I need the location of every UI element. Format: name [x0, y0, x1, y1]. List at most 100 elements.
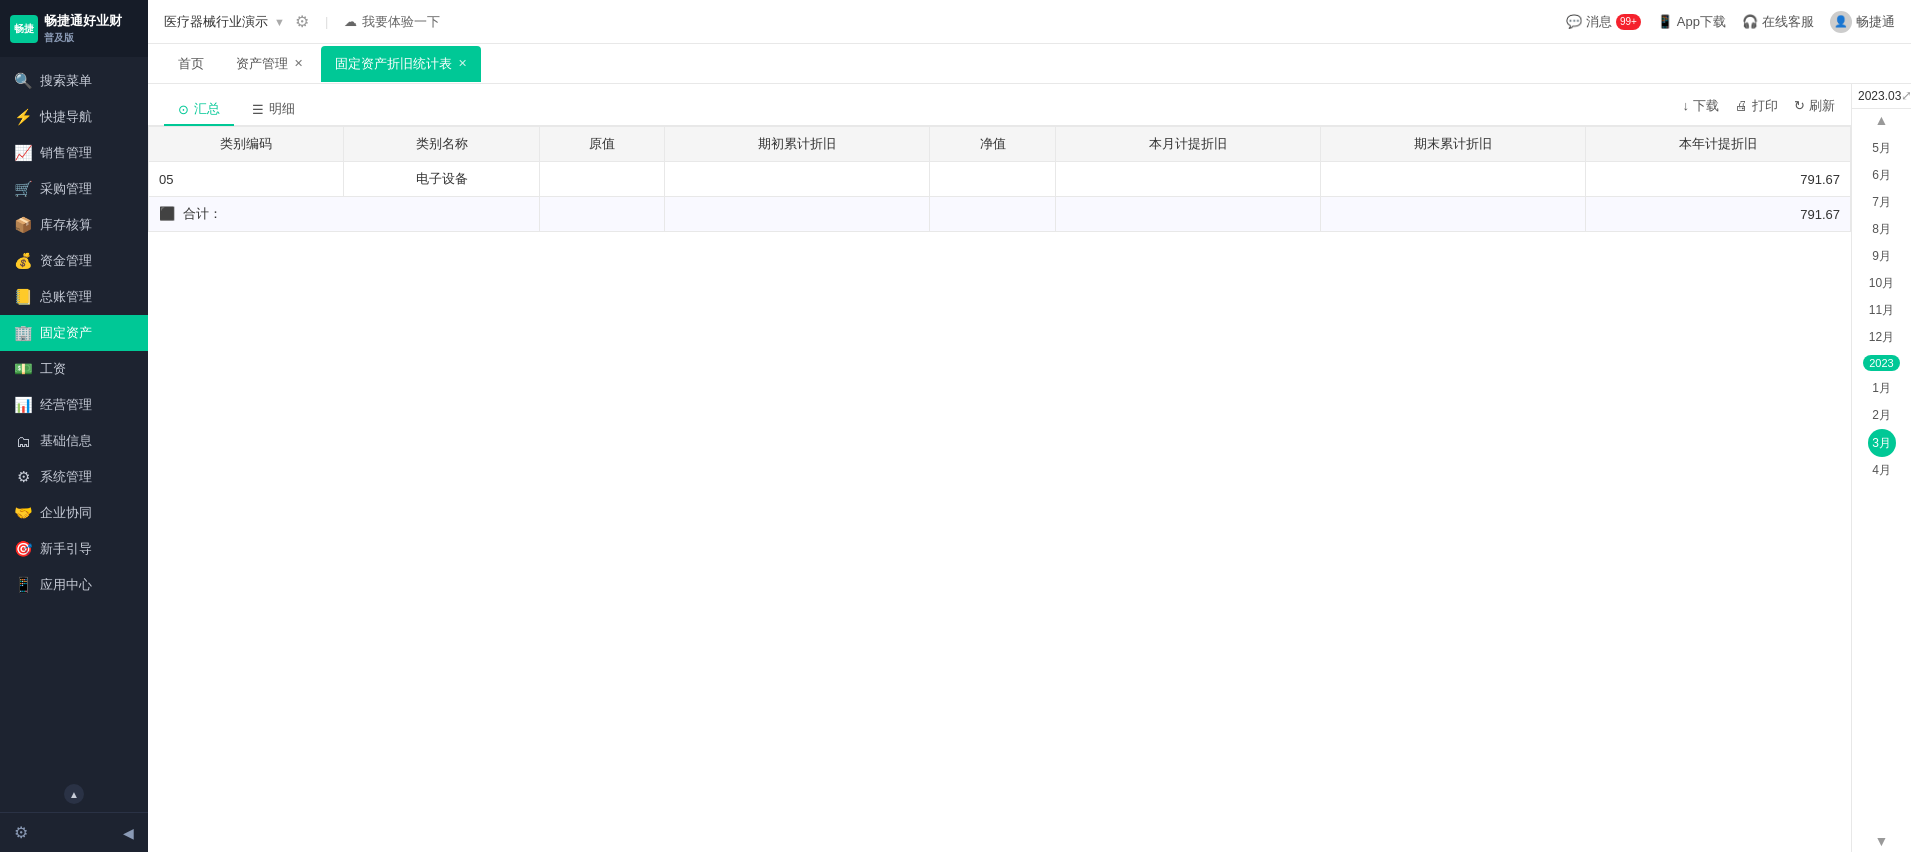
- operations-icon: 📊: [14, 396, 32, 414]
- company-name: 医疗器械行业演示: [164, 13, 268, 31]
- sub-tabs: ⊙ 汇总 ☰ 明细 ↓ 下载 🖨 打印: [148, 84, 1851, 126]
- sidebar-item-purchase[interactable]: 🛒 采购管理: [0, 171, 148, 207]
- month-item-10[interactable]: 10月: [1852, 270, 1911, 297]
- sales-icon: 📈: [14, 144, 32, 162]
- print-btn[interactable]: 🖨 打印: [1735, 97, 1778, 115]
- sidebar-item-system[interactable]: ⚙ 系统管理: [0, 459, 148, 495]
- row-code: 05: [149, 162, 344, 197]
- experience-btn[interactable]: ☁ 我要体验一下: [344, 13, 440, 31]
- sidebar-item-quicknav[interactable]: ⚡ 快捷导航: [0, 99, 148, 135]
- date-scroll-down[interactable]: ▼: [1852, 830, 1911, 852]
- dropdown-icon: ▼: [274, 16, 285, 28]
- month-item-9[interactable]: 9月: [1852, 243, 1911, 270]
- month-item-11[interactable]: 11月: [1852, 297, 1911, 324]
- refresh-btn[interactable]: ↻ 刷新: [1794, 97, 1835, 115]
- total-period-end-depr: [1321, 197, 1586, 232]
- month-item-12[interactable]: 12月: [1852, 324, 1911, 351]
- print-icon: 🖨: [1735, 98, 1748, 113]
- sidebar-item-ledger[interactable]: 📒 总账管理: [0, 279, 148, 315]
- topbar: 医疗器械行业演示 ▼ ⚙ | ☁ 我要体验一下 💬 消息 99+ 📱 App下载…: [148, 0, 1911, 44]
- sidebar-header: 畅捷 畅捷通好业财 普及版: [0, 0, 148, 57]
- month-item-5[interactable]: 5月: [1852, 135, 1911, 162]
- total-icon: ⬛: [159, 206, 175, 221]
- col-name: 类别名称: [344, 127, 539, 162]
- sidebar-item-wages[interactable]: 💵 工资: [0, 351, 148, 387]
- guide-icon: 🎯: [14, 540, 32, 558]
- total-period-start-depr: [665, 197, 930, 232]
- sidebar-item-sales[interactable]: 📈 销售管理: [0, 135, 148, 171]
- download-btn[interactable]: ↓ 下载: [1683, 97, 1720, 115]
- month-item-2[interactable]: 2月: [1852, 402, 1911, 429]
- col-period-end-depr: 期末累计折旧: [1321, 127, 1586, 162]
- year-badge-2023[interactable]: 2023: [1863, 355, 1899, 371]
- purchase-icon: 🛒: [14, 180, 32, 198]
- sidebar-scroll-up[interactable]: ▲: [64, 784, 84, 804]
- table-header-row: 类别编码 类别名称 原值 期初累计折旧 净值 本月计提折旧 期末累计折旧 本年计…: [149, 127, 1851, 162]
- row-net-value: [930, 162, 1056, 197]
- summary-icon: ⊙: [178, 102, 189, 117]
- gear-icon[interactable]: ⚙: [295, 12, 309, 31]
- message-icon: 💬: [1566, 14, 1582, 29]
- app-download-btn[interactable]: 📱 App下载: [1657, 13, 1726, 31]
- total-month-depr: [1056, 197, 1321, 232]
- online-service-btn[interactable]: 🎧 在线客服: [1742, 13, 1814, 31]
- month-item-1[interactable]: 1月: [1852, 375, 1911, 402]
- settings-icon[interactable]: ⚙: [14, 823, 28, 842]
- sidebar-item-fixed-assets[interactable]: 🏢 固定资产: [0, 315, 148, 351]
- quicknav-icon: ⚡: [14, 108, 32, 126]
- collapse-icon[interactable]: ◀: [123, 825, 134, 841]
- sub-tab-detail[interactable]: ☰ 明细: [238, 94, 309, 126]
- month-item-4[interactable]: 4月: [1852, 457, 1911, 484]
- col-original: 原值: [539, 127, 665, 162]
- tab-asset-management[interactable]: 资产管理 ✕: [222, 46, 317, 82]
- main-content: 医疗器械行业演示 ▼ ⚙ | ☁ 我要体验一下 💬 消息 99+ 📱 App下载…: [148, 0, 1911, 852]
- sidebar-item-collaboration[interactable]: 🤝 企业协同: [0, 495, 148, 531]
- sidebar-item-inventory[interactable]: 📦 库存核算: [0, 207, 148, 243]
- total-label: ⬛ 合计：: [149, 197, 540, 232]
- month-item-8[interactable]: 8月: [1852, 216, 1911, 243]
- row-year-depr: 791.67: [1585, 162, 1850, 197]
- download-icon: ↓: [1683, 98, 1690, 113]
- depreciation-table: 类别编码 类别名称 原值 期初累计折旧 净值 本月计提折旧 期末累计折旧 本年计…: [148, 126, 1851, 232]
- user-btn[interactable]: 👤 畅捷通: [1830, 11, 1895, 33]
- tab-home[interactable]: 首页: [164, 46, 218, 82]
- app-title: 畅捷通好业财: [44, 12, 122, 30]
- message-badge: 99+: [1616, 14, 1641, 30]
- sidebar-item-basic-info[interactable]: 🗂 基础信息: [0, 423, 148, 459]
- fixed-assets-icon: 🏢: [14, 324, 32, 342]
- month-item-7[interactable]: 7月: [1852, 189, 1911, 216]
- sidebar-item-guide[interactable]: 🎯 新手引导: [0, 531, 148, 567]
- date-list: 5月 6月 7月 8月 9月 10月 11月 12月 2023 1月 2月 3月…: [1852, 131, 1911, 830]
- sidebar-item-apps[interactable]: 📱 应用中心: [0, 567, 148, 603]
- company-selector[interactable]: 医疗器械行业演示 ▼: [164, 13, 285, 31]
- close-report-tab-btn[interactable]: ✕: [458, 57, 467, 70]
- sidebar-footer: ⚙ ◀: [0, 812, 148, 852]
- month-item-3-selected[interactable]: 3月: [1868, 429, 1896, 457]
- sidebar-item-search[interactable]: 🔍 搜索菜单: [0, 63, 148, 99]
- table-wrapper: 类别编码 类别名称 原值 期初累计折旧 净值 本月计提折旧 期末累计折旧 本年计…: [148, 126, 1851, 852]
- wages-icon: 💵: [14, 360, 32, 378]
- row-original: [539, 162, 665, 197]
- refresh-icon: ↻: [1794, 98, 1805, 113]
- basic-info-icon: 🗂: [14, 433, 32, 450]
- service-icon: 🎧: [1742, 14, 1758, 29]
- table-total-row: ⬛ 合计： 791.67: [149, 197, 1851, 232]
- date-panel-top: 2023.03 ⤢ ✕: [1852, 84, 1911, 109]
- collaboration-icon: 🤝: [14, 504, 32, 522]
- month-item-6[interactable]: 6月: [1852, 162, 1911, 189]
- sidebar-nav: 🔍 搜索菜单 ⚡ 快捷导航 📈 销售管理 🛒 采购管理 📦 库存核算 💰 资金管…: [0, 57, 148, 780]
- table-row: 05 电子设备 791.67: [149, 162, 1851, 197]
- message-btn[interactable]: 💬 消息 99+: [1566, 13, 1641, 31]
- sidebar-item-funds[interactable]: 💰 资金管理: [0, 243, 148, 279]
- row-period-end-depr: [1321, 162, 1586, 197]
- date-panel: 2023.03 ⤢ ✕ ▲ 5月 6月 7月 8月 9月 10月 11月 12月…: [1851, 84, 1911, 852]
- sidebar: 畅捷 畅捷通好业财 普及版 🔍 搜索菜单 ⚡ 快捷导航 📈 销售管理 🛒 采购管…: [0, 0, 148, 852]
- sidebar-item-operations[interactable]: 📊 经营管理: [0, 387, 148, 423]
- tab-fixed-assets-report[interactable]: 固定资产折旧统计表 ✕: [321, 46, 481, 82]
- date-scroll-up[interactable]: ▲: [1852, 109, 1911, 131]
- sub-tab-summary[interactable]: ⊙ 汇总: [164, 94, 234, 126]
- expand-icon[interactable]: ⤢: [1901, 88, 1911, 104]
- ledger-icon: 📒: [14, 288, 32, 306]
- close-asset-tab-btn[interactable]: ✕: [294, 57, 303, 70]
- app-logo: 畅捷: [10, 15, 38, 43]
